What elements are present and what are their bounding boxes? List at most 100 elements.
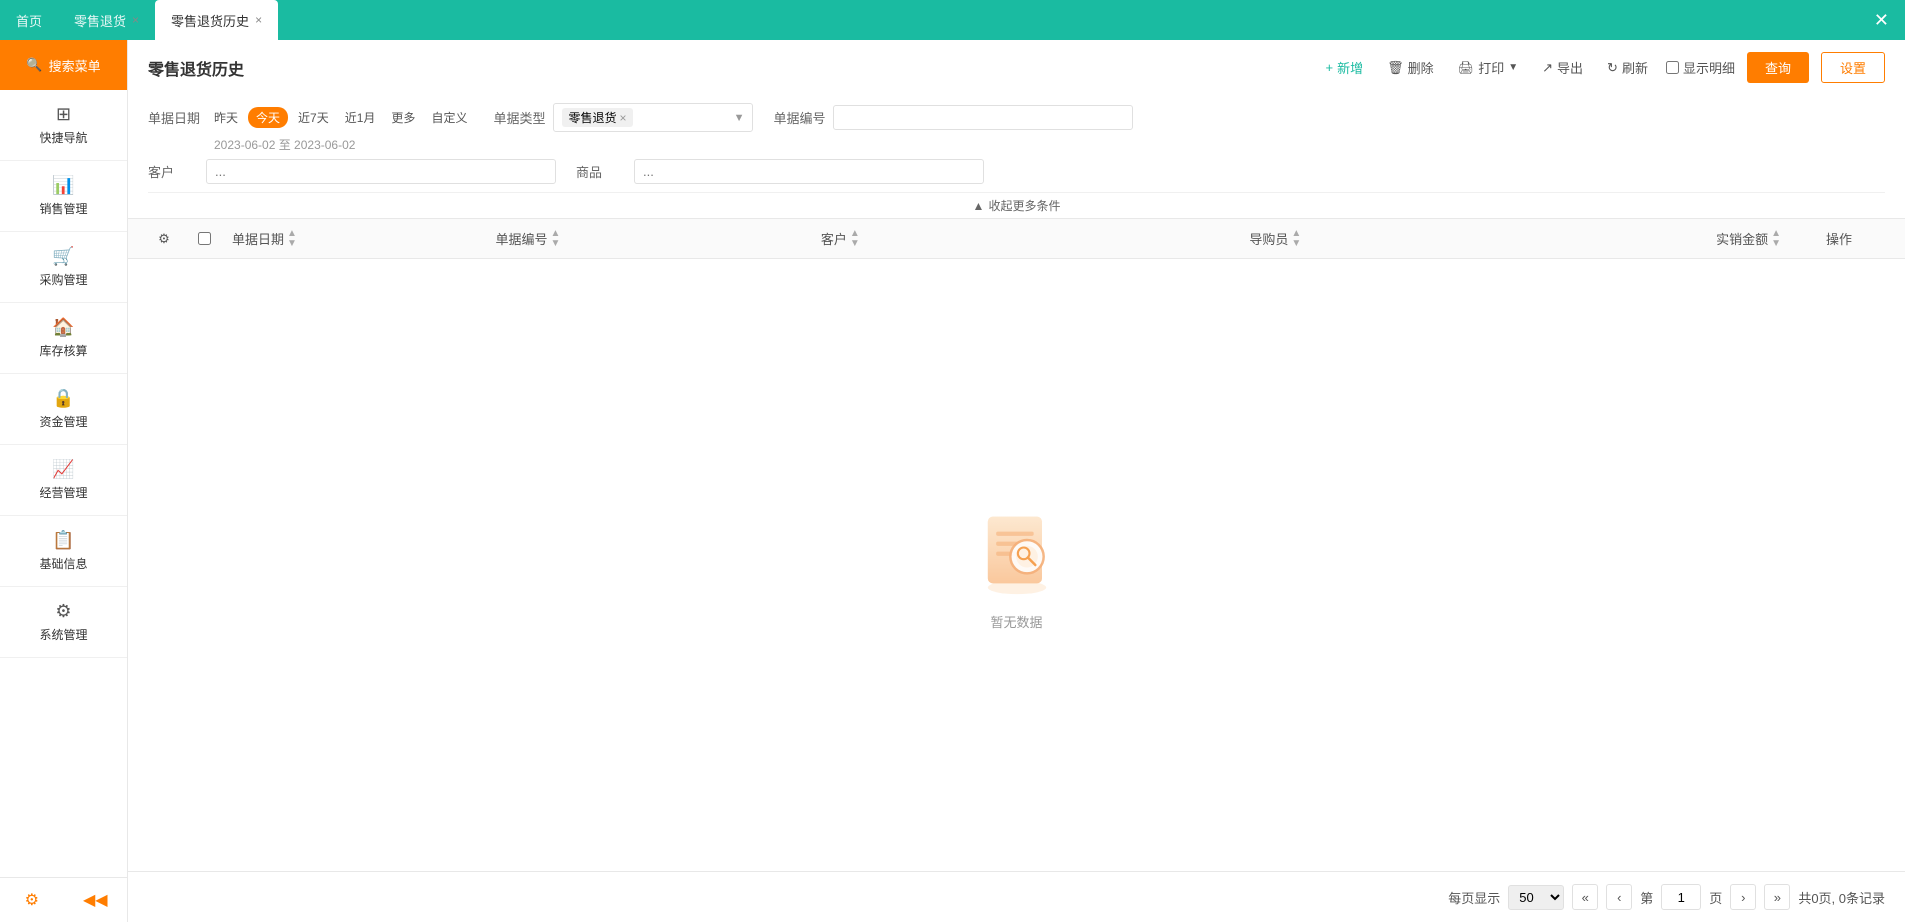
sidebar-item-operations[interactable]: 📈 经营管理 bbox=[0, 445, 127, 516]
page-header: 零售退货历史 + 新增 🗑 删除 🖨 打印 ▼ bbox=[128, 40, 1905, 219]
pagination: 每页显示 50 10 20 100 « ‹ 第 页 › » 共0页, 0条记录 bbox=[128, 871, 1905, 922]
toolbar: + 新增 🗑 删除 🖨 打印 ▼ ↗ 导出 bbox=[1320, 52, 1885, 83]
tab-retail-return-history-label: 零售退货历史 bbox=[171, 11, 249, 30]
collapse-button[interactable]: ▲ 收起更多条件 bbox=[148, 192, 1885, 218]
delete-button[interactable]: 🗑 删除 bbox=[1381, 54, 1440, 81]
print-button[interactable]: 🖨 打印 ▼ bbox=[1452, 54, 1524, 81]
sidebar-item-basic-info[interactable]: 📋 基础信息 bbox=[0, 516, 127, 587]
query-button[interactable]: 查询 bbox=[1747, 52, 1809, 83]
tab-home[interactable]: 首页 bbox=[0, 0, 58, 40]
empty-illustration bbox=[967, 500, 1067, 600]
goods-input[interactable] bbox=[634, 159, 984, 184]
sidebar-item-operations-label: 经营管理 bbox=[39, 484, 87, 501]
window-close-btn[interactable]: ✕ bbox=[1874, 10, 1905, 31]
search-icon: 🔍 bbox=[26, 57, 42, 73]
page-title-row: 零售退货历史 + 新增 🗑 删除 🖨 打印 ▼ bbox=[148, 52, 1885, 83]
inventory-icon: 🏠 bbox=[52, 317, 74, 338]
sidebar-settings-btn[interactable]: ⚙ bbox=[0, 878, 64, 922]
page-size-select[interactable]: 50 10 20 100 bbox=[1508, 885, 1564, 910]
th-customer: 客户 ▲▼ bbox=[813, 229, 1242, 249]
print-icon: 🖨 bbox=[1458, 60, 1475, 76]
first-page-btn[interactable]: « bbox=[1572, 884, 1598, 910]
new-label: 新增 bbox=[1337, 58, 1363, 77]
collapse-chevron-up-icon: ▲ bbox=[973, 199, 985, 213]
sidebar-item-finance[interactable]: 🔒 资金管理 bbox=[0, 374, 127, 445]
page-label: 第 bbox=[1640, 888, 1653, 907]
type-tag-close[interactable]: × bbox=[619, 111, 626, 125]
filter-row-2: 客户 商品 bbox=[148, 159, 1885, 184]
customer-filter-label: 客户 bbox=[148, 162, 198, 181]
date-btn-more[interactable]: 更多 bbox=[385, 107, 421, 128]
table-container: ⚙ 单据日期 ▲▼ 单据编号 ▲▼ 客户 ▲▼ 导购员 bbox=[128, 219, 1905, 871]
tab-retail-return-close[interactable]: × bbox=[132, 13, 139, 27]
operations-icon: 📈 bbox=[52, 459, 74, 480]
prev-page-btn[interactable]: ‹ bbox=[1606, 884, 1632, 910]
date-btn-7days[interactable]: 近7天 bbox=[292, 107, 335, 128]
page-total: 共0页, 0条记录 bbox=[1798, 888, 1885, 907]
table-header: ⚙ 单据日期 ▲▼ 单据编号 ▲▼ 客户 ▲▼ 导购员 bbox=[128, 219, 1905, 259]
new-icon: + bbox=[1326, 60, 1334, 75]
table-settings-icon[interactable]: ⚙ bbox=[158, 231, 170, 247]
refresh-button[interactable]: ↻ 刷新 bbox=[1601, 54, 1654, 81]
export-icon: ↗ bbox=[1542, 60, 1553, 76]
sidebar-audio-btn[interactable]: ◀◀ bbox=[64, 878, 128, 922]
show-detail-checkbox-label: 显示明细 bbox=[1666, 58, 1735, 77]
select-all-checkbox[interactable] bbox=[198, 232, 211, 245]
date-sort-icon[interactable]: ▲▼ bbox=[287, 229, 297, 249]
th-number-label: 单据编号 bbox=[496, 229, 548, 248]
th-action: 操作 bbox=[1789, 229, 1889, 248]
delete-icon: 🗑 bbox=[1387, 60, 1404, 76]
number-sort-icon[interactable]: ▲▼ bbox=[551, 229, 561, 249]
number-input[interactable] bbox=[833, 105, 1133, 130]
new-button[interactable]: + 新增 bbox=[1320, 54, 1370, 81]
sidebar-item-quick-nav[interactable]: ⊞ 快捷导航 bbox=[0, 90, 127, 161]
next-page-btn[interactable]: › bbox=[1730, 884, 1756, 910]
finance-icon: 🔒 bbox=[52, 388, 74, 409]
type-select[interactable]: 零售退货 × ▼ bbox=[553, 103, 753, 132]
customer-sort-icon[interactable]: ▲▼ bbox=[850, 229, 860, 249]
sidebar-search[interactable]: 🔍 搜索菜单 bbox=[0, 40, 127, 90]
sidebar-item-purchase-mgmt[interactable]: 🛒 采购管理 bbox=[0, 232, 127, 303]
last-page-btn[interactable]: » bbox=[1764, 884, 1790, 910]
customer-input[interactable] bbox=[206, 159, 556, 184]
sidebar-item-inventory-label: 库存核算 bbox=[39, 342, 87, 359]
sidebar-item-sales-mgmt[interactable]: 📊 销售管理 bbox=[0, 161, 127, 232]
th-number: 单据编号 ▲▼ bbox=[488, 229, 813, 249]
guide-sort-icon[interactable]: ▲▼ bbox=[1291, 229, 1301, 249]
date-btn-today[interactable]: 今天 bbox=[248, 107, 288, 128]
page-size-label: 每页显示 bbox=[1448, 888, 1500, 907]
filter-area: 单据日期 昨天 今天 近7天 近1月 更多 自定义 单据类型 bbox=[148, 95, 1885, 218]
sidebar-item-system[interactable]: ⚙ 系统管理 bbox=[0, 587, 127, 658]
sidebar-item-inventory[interactable]: 🏠 库存核算 bbox=[0, 303, 127, 374]
set-button[interactable]: 设置 bbox=[1821, 52, 1885, 83]
date-btn-custom[interactable]: 自定义 bbox=[425, 107, 473, 128]
page-input[interactable] bbox=[1661, 884, 1701, 910]
sidebar-item-sales-mgmt-label: 销售管理 bbox=[39, 200, 87, 217]
th-settings[interactable]: ⚙ bbox=[144, 231, 184, 247]
date-btn-1month[interactable]: 近1月 bbox=[339, 107, 382, 128]
tab-retail-return-label: 零售退货 bbox=[74, 11, 126, 30]
number-filter: 单据编号 bbox=[773, 105, 1133, 130]
page-title: 零售退货历史 bbox=[148, 56, 244, 80]
amount-sort-icon[interactable]: ▲▼ bbox=[1771, 229, 1781, 249]
show-detail-label: 显示明细 bbox=[1683, 58, 1735, 77]
date-buttons: 昨天 今天 近7天 近1月 更多 自定义 bbox=[208, 107, 473, 128]
sidebar-item-quick-nav-label: 快捷导航 bbox=[39, 129, 87, 146]
print-chevron-icon: ▼ bbox=[1508, 62, 1518, 73]
export-button[interactable]: ↗ 导出 bbox=[1536, 54, 1589, 81]
sidebar-search-label: 搜索菜单 bbox=[49, 56, 101, 75]
date-btn-yesterday[interactable]: 昨天 bbox=[208, 107, 244, 128]
tab-retail-return-history[interactable]: 零售退货历史 × bbox=[155, 0, 278, 40]
tab-retail-return[interactable]: 零售退货 × bbox=[58, 0, 155, 40]
refresh-icon: ↻ bbox=[1607, 60, 1618, 76]
show-detail-checkbox[interactable] bbox=[1666, 61, 1679, 74]
th-amount-label: 实销金额 bbox=[1716, 229, 1768, 248]
sidebar-item-purchase-mgmt-label: 采购管理 bbox=[39, 271, 87, 288]
number-filter-label: 单据编号 bbox=[773, 108, 825, 127]
type-tag: 零售退货 × bbox=[562, 108, 632, 127]
th-amount: 实销金额 ▲▼ bbox=[1567, 229, 1789, 249]
empty-state: 暂无数据 bbox=[128, 259, 1905, 871]
sidebar-bottom: ⚙ ◀◀ bbox=[0, 877, 127, 922]
content-area: 零售退货历史 + 新增 🗑 删除 🖨 打印 ▼ bbox=[128, 40, 1905, 922]
tab-retail-return-history-close[interactable]: × bbox=[255, 13, 262, 27]
